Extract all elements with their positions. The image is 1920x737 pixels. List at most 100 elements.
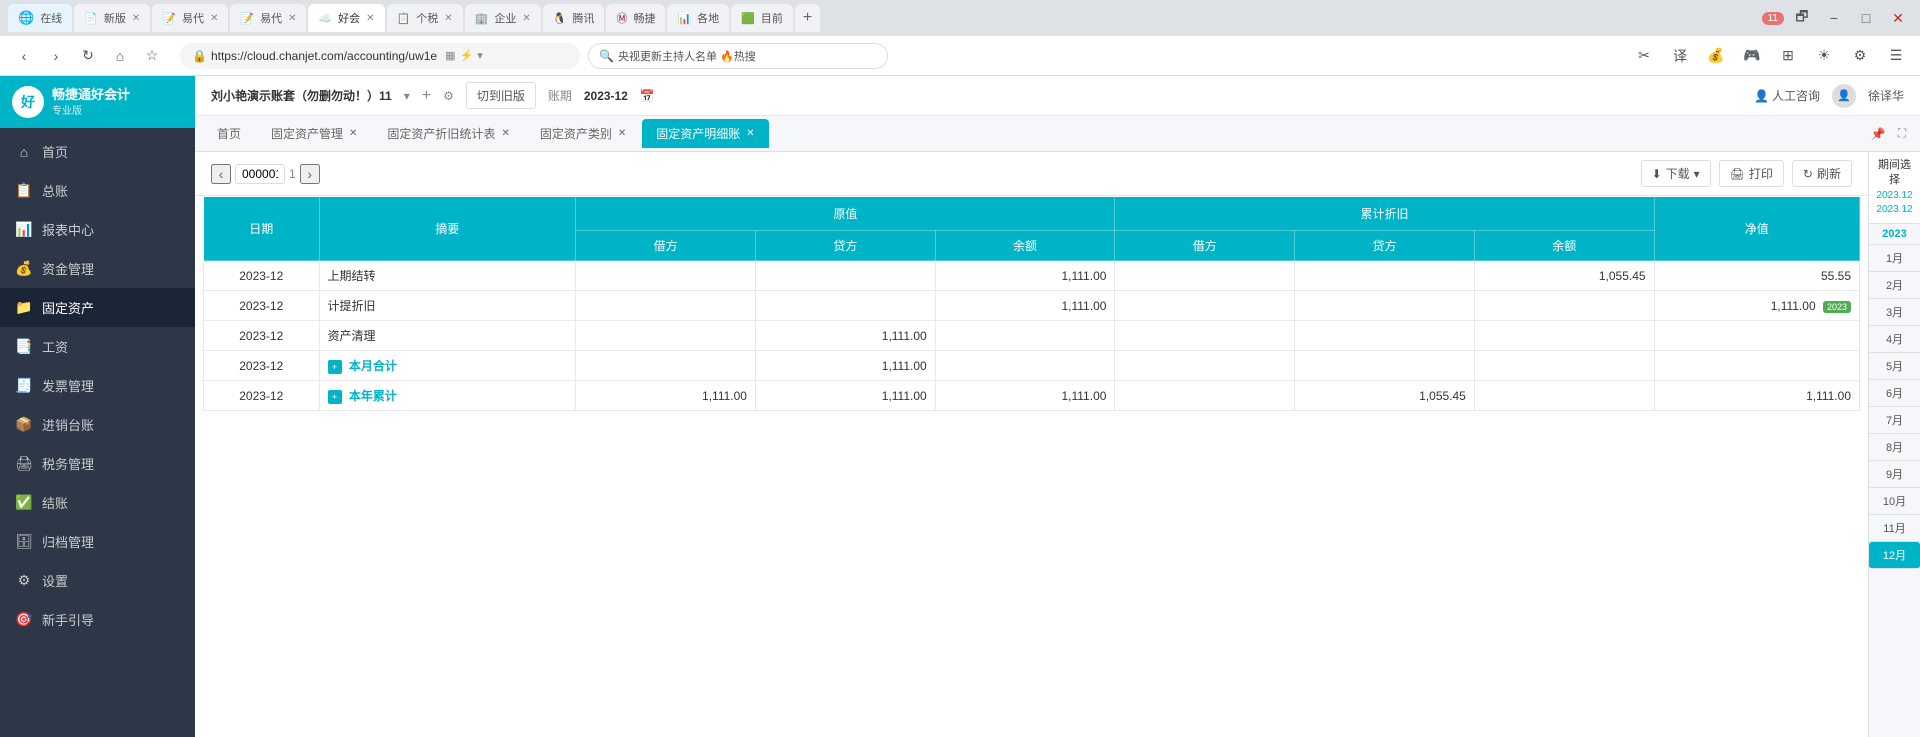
page-tab-asset-category[interactable]: 固定资产类别 ✕	[526, 119, 640, 148]
sidebar-item-payroll[interactable]: 📑 工资	[0, 327, 195, 366]
tab-close-new[interactable]: ✕	[132, 13, 140, 24]
sidebar-label-payroll: 工资	[42, 337, 68, 356]
switch-version-btn[interactable]: 切到旧版	[466, 82, 536, 109]
window-pin-btn[interactable]: 📌	[1868, 124, 1888, 144]
sidebar-item-trade[interactable]: 📦 进销台账	[0, 405, 195, 444]
window-expand-btn[interactable]: ⛶	[1892, 124, 1912, 144]
period-month-10[interactable]: 10月	[1869, 488, 1920, 515]
maximize-btn[interactable]: □	[1852, 4, 1880, 32]
sidebar-item-archive[interactable]: 🗄 归档管理	[0, 522, 195, 561]
page-tab-depreciation-stat[interactable]: 固定资产折旧统计表 ✕	[373, 119, 523, 148]
tab-new[interactable]: 📄 新版 ✕	[74, 4, 150, 32]
period-month-8[interactable]: 8月	[1869, 434, 1920, 461]
sidebar-label-fixed-assets: 固定资产	[42, 298, 94, 317]
period-month-5[interactable]: 5月	[1869, 353, 1920, 380]
address-bar[interactable]: 🔒 https://cloud.chanjet.com/accounting/u…	[180, 43, 580, 69]
tab-yidai1[interactable]: 📝 易代 ✕	[152, 4, 228, 32]
tab-tencent[interactable]: 🐧 腾讯	[543, 4, 605, 32]
home-button[interactable]: ⌂	[106, 42, 134, 70]
tab-changjie[interactable]: Ⓜ 畅捷	[606, 4, 665, 32]
sidebar-label-tax: 税务管理	[42, 454, 94, 473]
period-year[interactable]: 2023	[1869, 224, 1920, 245]
settings-tool[interactable]: ⚙	[1846, 42, 1874, 70]
tab-gedi[interactable]: 📊 各地	[667, 4, 729, 32]
tab-close-geshui[interactable]: ✕	[444, 13, 452, 24]
service-link[interactable]: 👤 人工咨询	[1754, 87, 1820, 104]
period-header-label: 期间选择	[1873, 158, 1916, 189]
pagination-nav: ‹ 1 ›	[211, 164, 320, 184]
sidebar-item-tax[interactable]: 🖨 税务管理	[0, 444, 195, 483]
fixed-assets-icon: 📁	[16, 300, 32, 316]
sidebar-item-fixed-assets[interactable]: 📁 固定资产	[0, 288, 195, 327]
row3-lj-credit	[1295, 321, 1475, 351]
page-tab-close-fixed-mgmt[interactable]: ✕	[349, 128, 357, 139]
sidebar-item-settings[interactable]: ⚙ 设置	[0, 561, 195, 600]
scissors-tool[interactable]: ✂	[1630, 42, 1658, 70]
row2-yz-balance: 1,111.00	[935, 291, 1115, 321]
period-month-11[interactable]: 11月	[1869, 515, 1920, 542]
search-box[interactable]: 🔍 央视更新主持人名单 🔥热搜	[588, 43, 888, 69]
tab-yidai2[interactable]: 📝 易代 ✕	[230, 4, 306, 32]
account-dropdown[interactable]: ▾	[404, 89, 410, 103]
theme-tool[interactable]: ☀	[1810, 42, 1838, 70]
tab-close-haokuaiji[interactable]: ✕	[366, 13, 374, 24]
add-account-btn[interactable]: +	[422, 87, 431, 105]
tab-haokuaiji[interactable]: ☁️ 好会 ✕	[308, 4, 384, 32]
app-topbar: 刘小艳演示账套（勿删勿动！）11 ▾ + ⚙ 切到旧版 账期 2023-12 📅…	[195, 76, 1920, 116]
tab-online[interactable]: 🌐 在线	[8, 4, 72, 32]
settings-btn[interactable]: ⚙	[443, 89, 454, 103]
print-btn[interactable]: 🖨 打印	[1719, 160, 1784, 187]
prev-page-btn[interactable]: ‹	[211, 164, 231, 184]
grid-tool[interactable]: ⊞	[1774, 42, 1802, 70]
row2-yz-credit	[755, 291, 935, 321]
period-month-4[interactable]: 4月	[1869, 326, 1920, 353]
tab-muqian[interactable]: 🟩 目前	[731, 4, 793, 32]
game-tool[interactable]: 🎮	[1738, 42, 1766, 70]
sidebar-logo: 好 畅捷通好会计 专业版	[0, 76, 195, 128]
page-number-input[interactable]	[235, 164, 285, 184]
translate-tool[interactable]: 译	[1666, 42, 1694, 70]
tab-close-yidai1[interactable]: ✕	[210, 13, 218, 24]
page-tab-home[interactable]: 首页	[203, 119, 255, 148]
bookmark-button[interactable]: ☆	[138, 42, 166, 70]
row2-summary: 计提折旧	[319, 291, 576, 321]
period-month-7[interactable]: 7月	[1869, 407, 1920, 434]
sidebar-item-invoice[interactable]: 🧾 发票管理	[0, 366, 195, 405]
page-tab-fixed-mgmt[interactable]: 固定资产管理 ✕	[257, 119, 371, 148]
back-button[interactable]: ‹	[10, 42, 38, 70]
tab-qiye[interactable]: 🏢 企业 ✕	[465, 4, 541, 32]
row3-lj-balance	[1474, 321, 1654, 351]
sidebar-item-reports[interactable]: 📊 报表中心	[0, 210, 195, 249]
page-tab-fixed-mgmt-label: 固定资产管理	[271, 125, 343, 142]
download-btn[interactable]: ⬇ 下载 ▾	[1641, 160, 1711, 187]
period-month-2[interactable]: 2月	[1869, 272, 1920, 299]
close-btn[interactable]: ✕	[1884, 4, 1912, 32]
refresh-btn[interactable]: ↻ 刷新	[1792, 160, 1852, 187]
calendar-icon[interactable]: 📅	[640, 89, 655, 103]
page-tab-close-depr-stat[interactable]: ✕	[501, 128, 509, 139]
tab-add[interactable]: +	[795, 4, 820, 32]
period-month-6[interactable]: 6月	[1869, 380, 1920, 407]
period-month-1[interactable]: 1月	[1869, 245, 1920, 272]
sidebar-item-home[interactable]: ⌂ 首页	[0, 132, 195, 171]
tab-close-yidai2[interactable]: ✕	[288, 13, 296, 24]
sidebar-item-funds[interactable]: 💰 资金管理	[0, 249, 195, 288]
restore-btn[interactable]: 🗗	[1788, 4, 1816, 32]
period-month-9[interactable]: 9月	[1869, 461, 1920, 488]
forward-button[interactable]: ›	[42, 42, 70, 70]
tab-geshui[interactable]: 📋 个税 ✕	[387, 4, 463, 32]
page-tab-asset-detail[interactable]: 固定资产明细账 ✕	[642, 119, 768, 148]
next-page-btn[interactable]: ›	[300, 164, 320, 184]
sidebar-item-guide[interactable]: 🎯 新手引导	[0, 600, 195, 639]
period-month-3[interactable]: 3月	[1869, 299, 1920, 326]
page-tab-close-asset-detail[interactable]: ✕	[746, 128, 754, 139]
period-month-12[interactable]: 12月	[1869, 542, 1920, 569]
sidebar-item-ledger[interactable]: 📋 总账	[0, 171, 195, 210]
tab-close-qiye[interactable]: ✕	[522, 13, 530, 24]
minimize-btn[interactable]: −	[1820, 4, 1848, 32]
page-tab-close-asset-cat[interactable]: ✕	[618, 128, 626, 139]
refresh-button[interactable]: ↻	[74, 42, 102, 70]
wallet-tool[interactable]: 💰	[1702, 42, 1730, 70]
menu-tool[interactable]: ☰	[1882, 42, 1910, 70]
sidebar-item-close[interactable]: ✅ 结账	[0, 483, 195, 522]
